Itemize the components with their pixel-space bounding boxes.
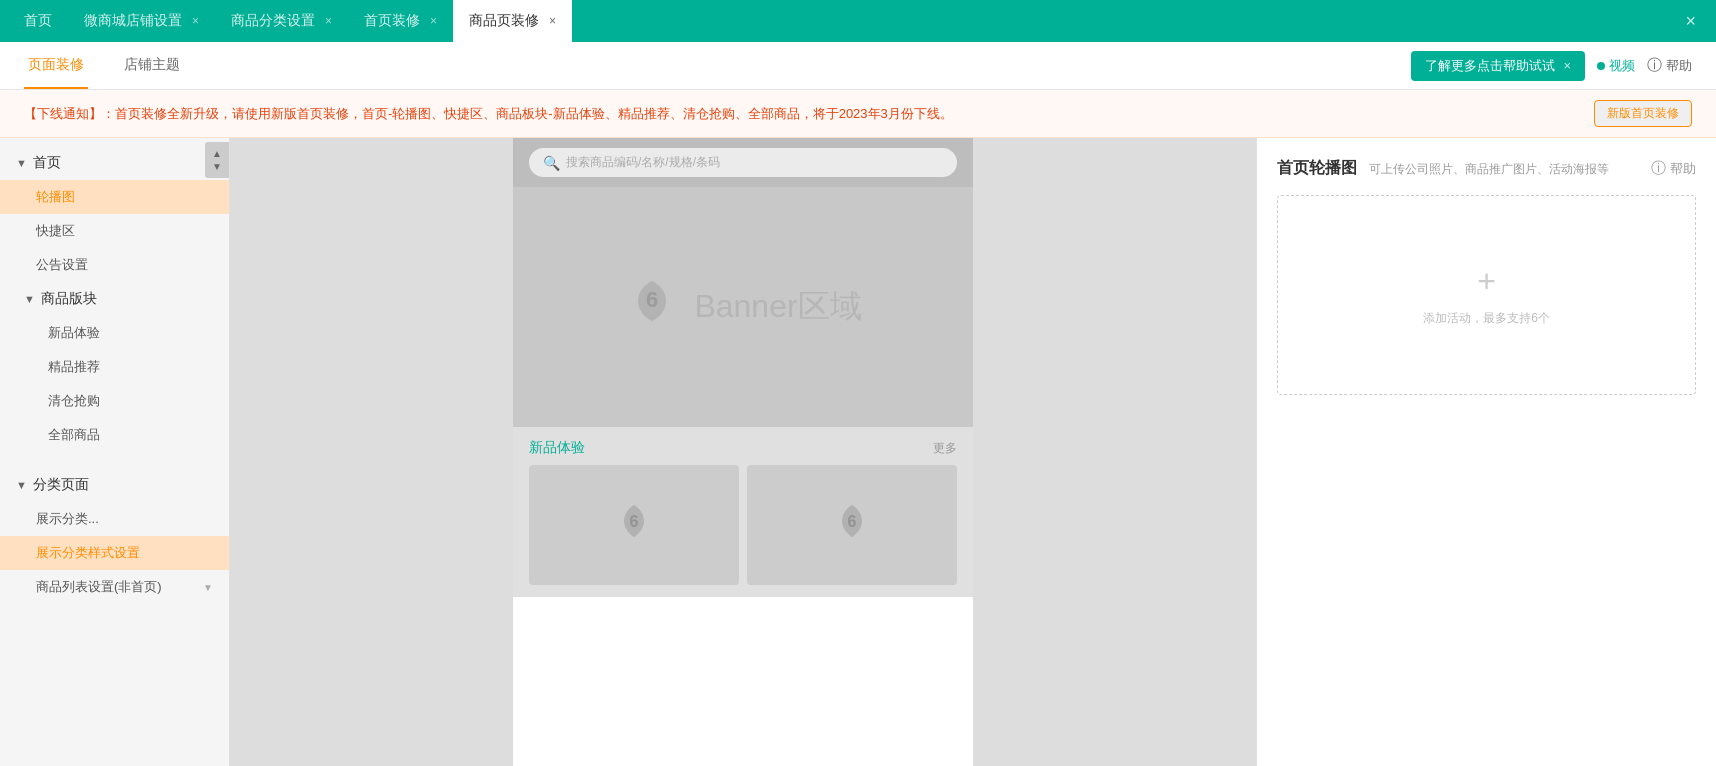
sidebar-item-notice[interactable]: 公告设置: [0, 248, 229, 282]
sidebar: ▲ ▼ ▼ 首页 轮播图 快捷区 公告设置 ▼ 商品版块: [0, 138, 230, 766]
sidebar-group-product-block[interactable]: ▼ 商品版块: [0, 282, 229, 316]
sidebar-item-new-experience[interactable]: 新品体验: [0, 316, 229, 350]
right-panel-title-group: 首页轮播图 可上传公司照片、商品推广图片、活动海报等: [1277, 158, 1609, 179]
product-card-1[interactable]: 6: [529, 465, 739, 585]
close-home-decor-tab[interactable]: ×: [430, 14, 437, 28]
category-group-arrow: ▼: [16, 479, 27, 491]
svg-text:6: 6: [646, 287, 658, 312]
tab-store-settings[interactable]: 微商城店铺设置 ×: [68, 0, 215, 42]
sidebar-item-banner[interactable]: 轮播图: [0, 180, 229, 214]
right-panel: 首页轮播图 可上传公司照片、商品推广图片、活动海报等 ⓘ 帮助 + 添加活动，最…: [1256, 138, 1716, 766]
video-link[interactable]: 视频: [1597, 57, 1635, 75]
product-block-arrow: ▼: [24, 293, 35, 305]
tab-category-settings[interactable]: 商品分类设置 ×: [215, 0, 348, 42]
main-layout: ▲ ▼ ▼ 首页 轮播图 快捷区 公告设置 ▼ 商品版块: [0, 138, 1716, 766]
sidebar-item-featured[interactable]: 精品推荐: [0, 350, 229, 384]
phone-search-bar: 🔍 搜索商品编码/名称/规格/条码: [513, 138, 973, 187]
add-banner-area[interactable]: + 添加活动，最多支持6个: [1277, 195, 1696, 395]
sidebar-item-all-products[interactable]: 全部商品: [0, 418, 229, 452]
tab-store-theme[interactable]: 店铺主题: [120, 42, 184, 89]
close-store-settings-tab[interactable]: ×: [192, 14, 199, 28]
banner-logo-icon: 6: [624, 273, 680, 341]
sidebar-item-product-list-setting[interactable]: 商品列表设置(非首页) ▼: [0, 570, 229, 604]
tab-home-decor[interactable]: 首页装修 ×: [348, 0, 453, 42]
product-card-icon-2: 6: [832, 501, 872, 550]
product-block-group: ▼ 商品版块 新品体验 精品推荐 清仓抢购 全部商品: [0, 282, 229, 452]
tab-product-decor[interactable]: 商品页装修 ×: [453, 0, 572, 42]
banner-text: Banner区域: [694, 285, 861, 329]
product-section: 新品体验 更多 6 6: [513, 427, 973, 597]
right-panel-title: 首页轮播图: [1277, 159, 1357, 176]
phone-search-input[interactable]: 🔍 搜索商品编码/名称/规格/条码: [529, 148, 957, 177]
sidebar-group-category[interactable]: ▼ 分类页面: [0, 468, 229, 502]
add-hint-text: 添加活动，最多支持6个: [1423, 310, 1550, 327]
notice-text: 【下线通知】：首页装修全新升级，请使用新版首页装修，首页-轮播图、快捷区、商品板…: [24, 105, 953, 123]
sub-tabs: 页面装修 店铺主题: [24, 42, 184, 89]
search-icon: 🔍: [543, 155, 560, 171]
new-home-decor-button[interactable]: 新版首页装修: [1594, 100, 1692, 127]
home-group-arrow: ▼: [16, 157, 27, 169]
banner-logo: 6 Banner区域: [624, 273, 861, 341]
tab-bar: 首页 微商城店铺设置 × 商品分类设置 × 首页装修 × 商品页装修 × ×: [0, 0, 1716, 42]
product-card-icon-1: 6: [614, 501, 654, 550]
sidebar-item-shortcut[interactable]: 快捷区: [0, 214, 229, 248]
sidebar-collapse-button[interactable]: ▲ ▼: [205, 142, 229, 178]
sidebar-item-category-style[interactable]: 展示分类样式设置: [0, 536, 229, 570]
product-grid: 6 6: [529, 465, 957, 585]
preview-area: 🔍 搜索商品编码/名称/规格/条码 6 Banner区域: [230, 138, 1256, 766]
right-panel-header: 首页轮播图 可上传公司照片、商品推广图片、活动海报等 ⓘ 帮助: [1277, 158, 1696, 179]
close-product-decor-tab[interactable]: ×: [549, 14, 556, 28]
svg-text:6: 6: [848, 513, 857, 530]
close-all-button[interactable]: ×: [1673, 11, 1708, 32]
product-section-header: 新品体验 更多: [529, 439, 957, 457]
right-panel-question-icon: ⓘ: [1651, 159, 1666, 176]
category-section: ▼ 分类页面 展示分类... 展示分类样式设置 商品列表设置(非首页) ▼: [0, 460, 229, 612]
sidebar-item-clearance[interactable]: 清仓抢购: [0, 384, 229, 418]
sidebar-item-show-category[interactable]: 展示分类...: [0, 502, 229, 536]
product-card-2[interactable]: 6: [747, 465, 957, 585]
collapse-up-icon: ▲: [212, 148, 222, 159]
svg-text:6: 6: [630, 513, 639, 530]
product-list-arrow-icon: ▼: [203, 582, 213, 593]
add-plus-icon: +: [1477, 263, 1496, 300]
notice-bar: 【下线通知】：首页装修全新升级，请使用新版首页装修，首页-轮播图、快捷区、商品板…: [0, 90, 1716, 138]
help-banner-close[interactable]: ×: [1563, 58, 1571, 73]
tab-page-decor[interactable]: 页面装修: [24, 42, 88, 89]
sub-tab-right: 了解更多点击帮助试试 × 视频 ⓘ 帮助: [1411, 51, 1692, 81]
right-panel-help-button[interactable]: ⓘ 帮助: [1651, 159, 1696, 178]
product-section-more: 更多: [933, 440, 957, 457]
help-banner-text: 了解更多点击帮助试试: [1425, 57, 1555, 75]
collapse-down-icon: ▼: [212, 161, 222, 172]
video-dot-icon: [1597, 58, 1605, 73]
phone-banner-area[interactable]: 6 Banner区域: [513, 187, 973, 427]
home-section: ▼ 首页 轮播图 快捷区 公告设置 ▼ 商品版块 新品体验: [0, 138, 229, 460]
tab-home[interactable]: 首页: [8, 0, 68, 42]
right-panel-subtitle: 可上传公司照片、商品推广图片、活动海报等: [1369, 162, 1609, 176]
product-section-title: 新品体验: [529, 439, 585, 457]
sidebar-group-home[interactable]: ▼ 首页: [0, 146, 229, 180]
sub-tab-bar: 页面装修 店铺主题 了解更多点击帮助试试 × 视频 ⓘ 帮助: [0, 42, 1716, 90]
close-category-settings-tab[interactable]: ×: [325, 14, 332, 28]
question-icon: ⓘ: [1647, 56, 1662, 75]
phone-preview: 🔍 搜索商品编码/名称/规格/条码 6 Banner区域: [513, 138, 973, 766]
help-banner[interactable]: 了解更多点击帮助试试 ×: [1411, 51, 1585, 81]
help-button[interactable]: ⓘ 帮助: [1647, 56, 1692, 75]
